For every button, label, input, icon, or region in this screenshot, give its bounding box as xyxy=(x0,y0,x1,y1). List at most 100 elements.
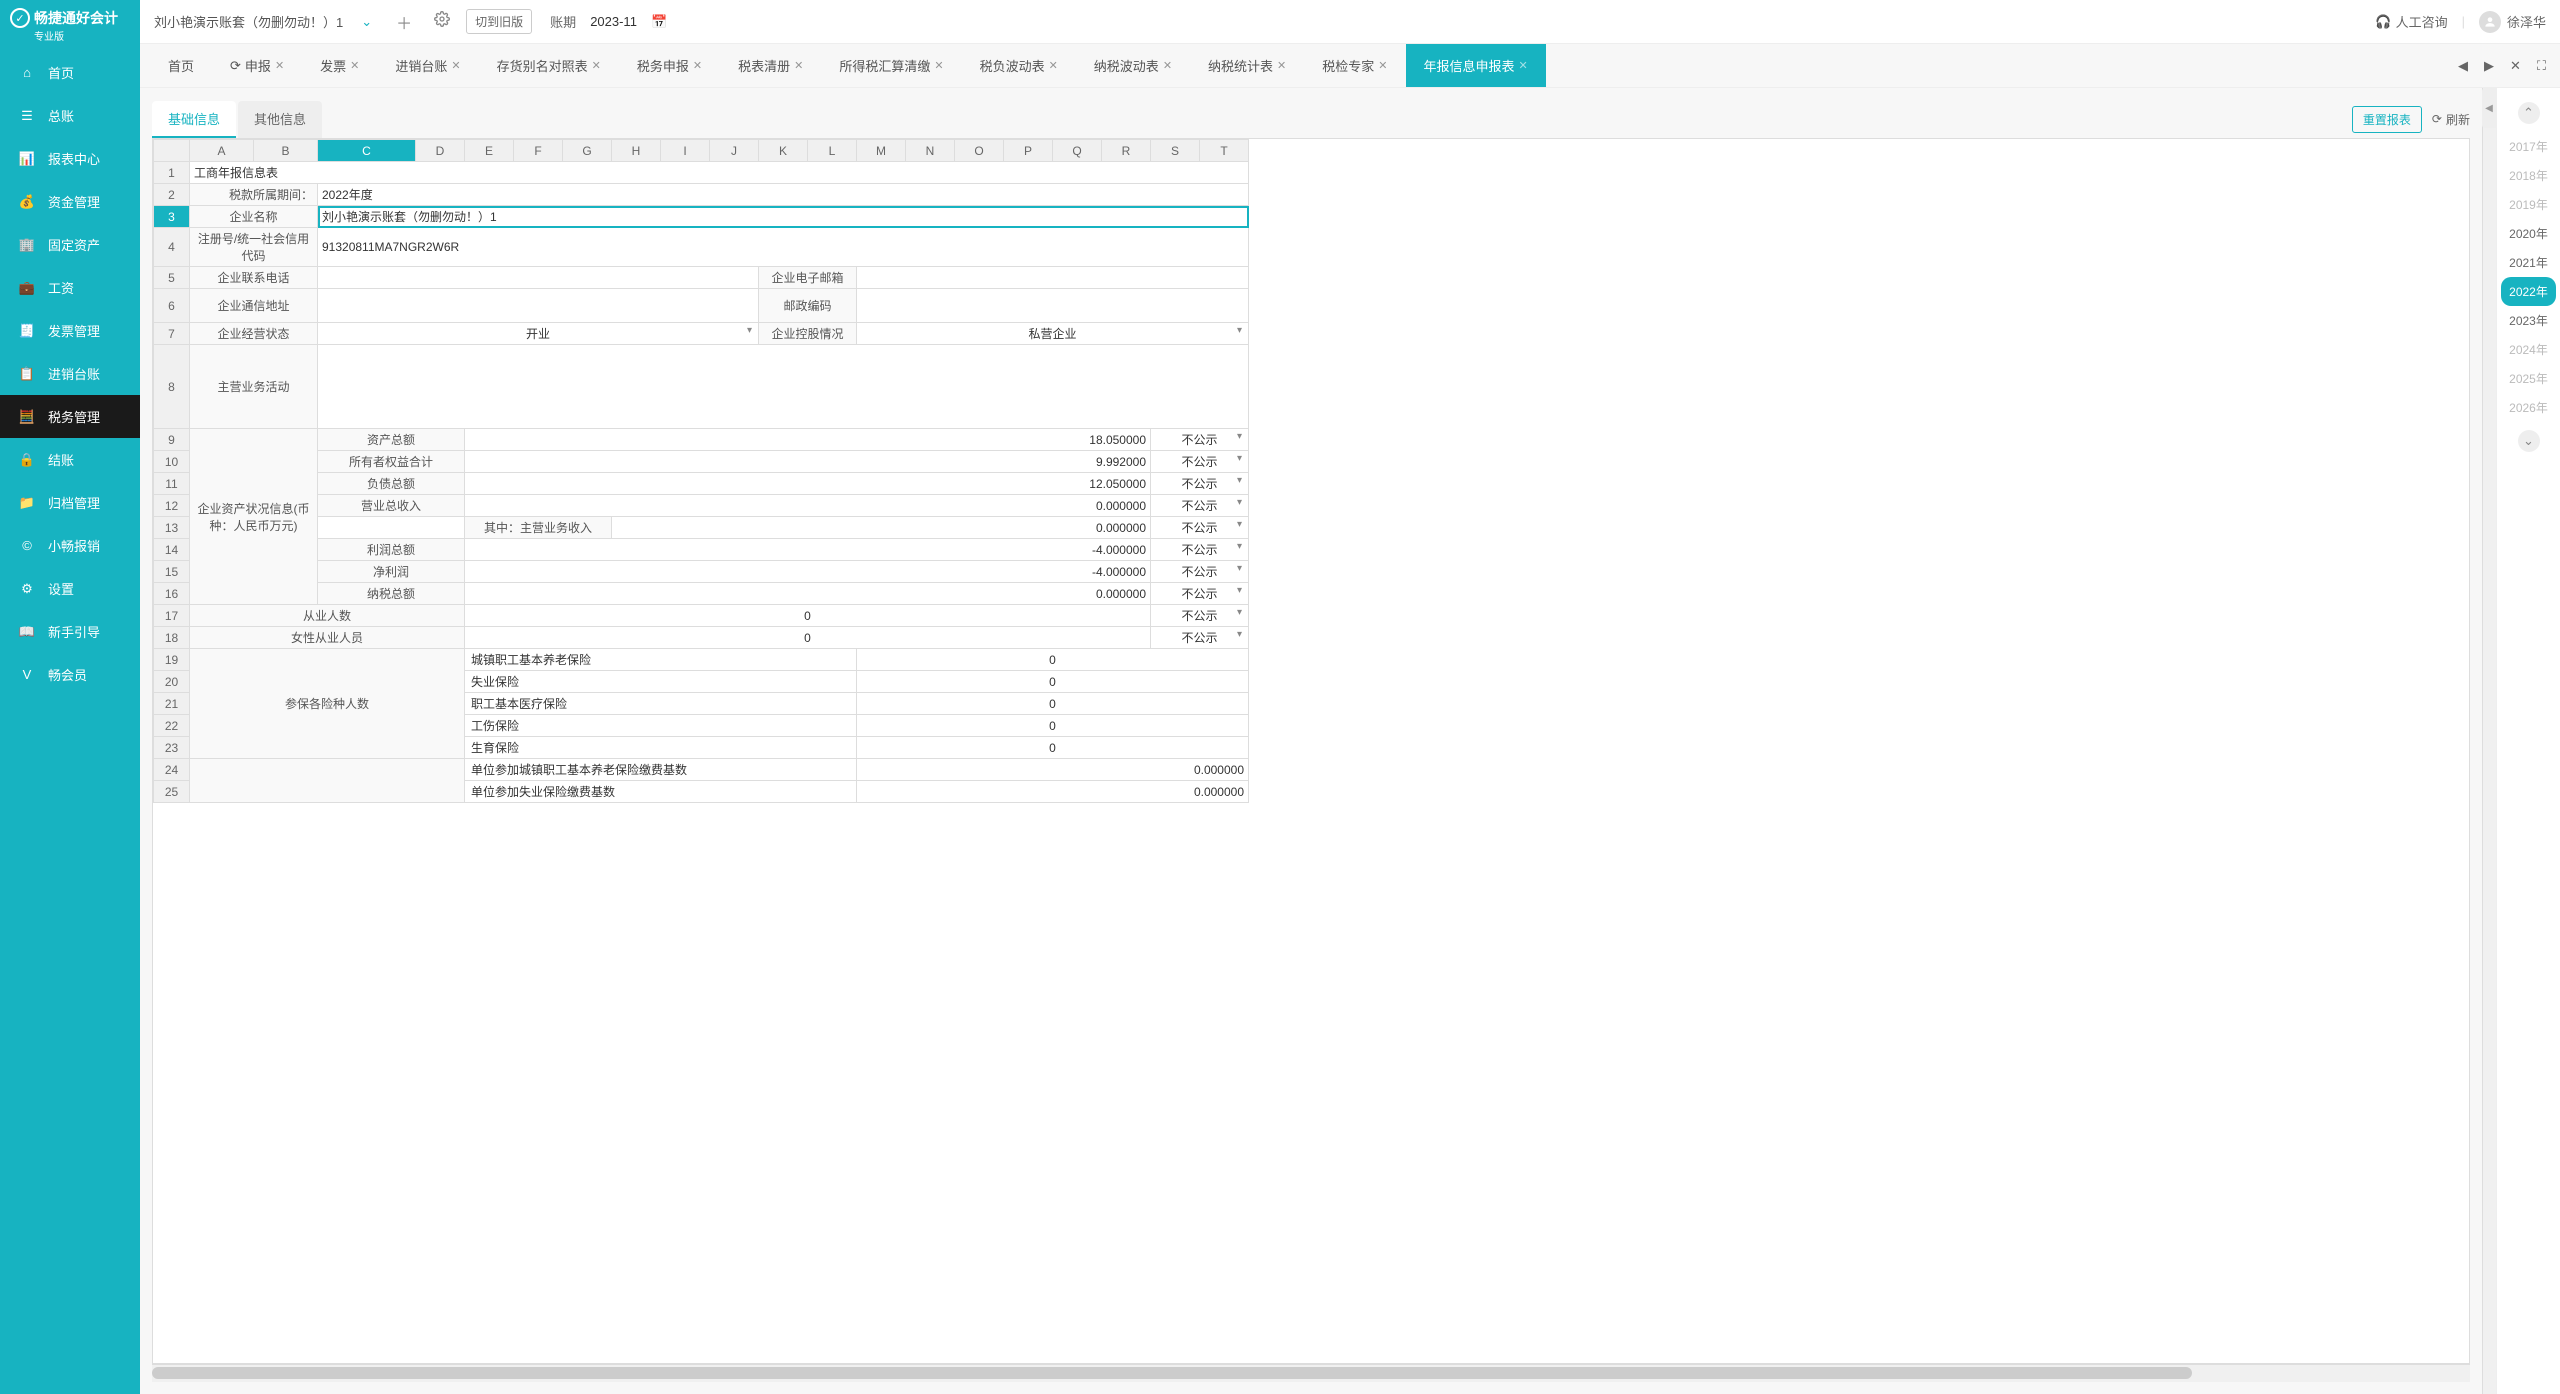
dropdown-cell[interactable]: 不公示 xyxy=(1151,495,1249,517)
year-item[interactable]: 2022年 xyxy=(2501,277,2556,306)
year-item[interactable]: 2025年 xyxy=(2501,364,2556,393)
row-header[interactable]: 14 xyxy=(154,539,190,561)
year-item[interactable]: 2023年 xyxy=(2501,306,2556,335)
vertical-scrollbar[interactable] xyxy=(2482,88,2496,1394)
cell[interactable]: 0 xyxy=(857,693,1249,715)
cell[interactable]: 2022年度 xyxy=(318,184,1249,206)
close-icon[interactable]: ✕ xyxy=(451,59,460,72)
close-icon[interactable]: ✕ xyxy=(934,59,943,72)
cell[interactable]: 12.050000 xyxy=(465,473,1151,495)
row-header[interactable]: 18 xyxy=(154,627,190,649)
row-header[interactable]: 20 xyxy=(154,671,190,693)
sidebar-item-4[interactable]: 🏢固定资产 xyxy=(0,223,140,266)
horizontal-scrollbar[interactable] xyxy=(152,1364,2470,1382)
cell[interactable]: 0.000000 xyxy=(465,495,1151,517)
cell[interactable]: -4.000000 xyxy=(465,561,1151,583)
cell[interactable]: 91320811MA7NGR2W6R xyxy=(318,228,1249,267)
dropdown-cell[interactable]: 不公示 xyxy=(1151,473,1249,495)
cell[interactable]: 0 xyxy=(857,715,1249,737)
cell-selected[interactable]: 刘小艳演示账套（勿删勿动！）1 xyxy=(318,206,1249,228)
dropdown-cell[interactable]: 不公示 xyxy=(1151,627,1249,649)
row-header[interactable]: 21 xyxy=(154,693,190,715)
close-icon[interactable]: ✕ xyxy=(1277,59,1286,72)
sheet-tab-1[interactable]: 其他信息 xyxy=(238,101,322,138)
row-header[interactable]: 10 xyxy=(154,451,190,473)
tabs-close-icon[interactable]: ✕ xyxy=(2506,54,2525,78)
sidebar-item-0[interactable]: ⌂首页 xyxy=(0,51,140,94)
dropdown-cell[interactable]: 不公示 xyxy=(1151,429,1249,451)
sidebar-item-5[interactable]: 💼工资 xyxy=(0,266,140,309)
cell[interactable]: 0.000000 xyxy=(465,583,1151,605)
row-header[interactable]: 1 xyxy=(154,162,190,184)
cell[interactable]: 18.050000 xyxy=(465,429,1151,451)
cell[interactable]: 0 xyxy=(857,737,1249,759)
year-up-icon[interactable]: ⌃ xyxy=(2518,102,2540,124)
cell[interactable]: 0 xyxy=(857,649,1249,671)
sidebar-item-7[interactable]: 📋进销台账 xyxy=(0,352,140,395)
sidebar-item-8[interactable]: 🧮税务管理 xyxy=(0,395,140,438)
close-icon[interactable]: ✕ xyxy=(350,59,359,72)
row-header[interactable]: 12 xyxy=(154,495,190,517)
col-header[interactable]: F xyxy=(514,140,563,162)
close-icon[interactable]: ✕ xyxy=(592,59,601,72)
cell[interactable]: 0 xyxy=(465,605,1151,627)
year-item[interactable]: 2021年 xyxy=(2501,248,2556,277)
col-header[interactable]: I xyxy=(661,140,710,162)
col-header[interactable]: T xyxy=(1200,140,1249,162)
row-header[interactable]: 13 xyxy=(154,517,190,539)
sidebar-item-9[interactable]: 🔒结账 xyxy=(0,438,140,481)
col-header[interactable]: C xyxy=(318,140,416,162)
row-header[interactable]: 3 xyxy=(154,206,190,228)
row-header[interactable]: 19 xyxy=(154,649,190,671)
calendar-icon[interactable]: 📅 xyxy=(651,14,667,30)
sidebar-item-11[interactable]: ©小畅报销 xyxy=(0,524,140,567)
row-header[interactable]: 22 xyxy=(154,715,190,737)
row-header[interactable]: 23 xyxy=(154,737,190,759)
cell[interactable] xyxy=(857,267,1249,289)
tab-2[interactable]: 发票✕ xyxy=(302,44,377,88)
cell[interactable] xyxy=(318,345,1249,429)
cell[interactable] xyxy=(318,267,759,289)
row-header[interactable]: 6 xyxy=(154,289,190,323)
tab-6[interactable]: 税表清册✕ xyxy=(720,44,821,88)
cell[interactable]: 0.000000 xyxy=(857,759,1249,781)
cell[interactable] xyxy=(318,289,759,323)
year-item[interactable]: 2018年 xyxy=(2501,161,2556,190)
dropdown-cell[interactable]: 私营企业 xyxy=(857,323,1249,345)
row-header[interactable]: 5 xyxy=(154,267,190,289)
col-header[interactable]: E xyxy=(465,140,514,162)
dropdown-cell[interactable]: 不公示 xyxy=(1151,539,1249,561)
row-header[interactable]: 9 xyxy=(154,429,190,451)
cell[interactable]: 0 xyxy=(465,627,1151,649)
sheet-tab-0[interactable]: 基础信息 xyxy=(152,101,236,138)
settings-icon[interactable] xyxy=(428,11,456,32)
col-header[interactable]: H xyxy=(612,140,661,162)
cell[interactable]: 0.000000 xyxy=(857,781,1249,803)
sidebar-item-1[interactable]: ☰总账 xyxy=(0,94,140,137)
row-header[interactable]: 17 xyxy=(154,605,190,627)
year-item[interactable]: 2024年 xyxy=(2501,335,2556,364)
col-header[interactable]: P xyxy=(1004,140,1053,162)
sidebar-item-14[interactable]: V畅会员 xyxy=(0,653,140,696)
tab-11[interactable]: 税检专家✕ xyxy=(1304,44,1405,88)
year-panel-collapse-icon[interactable]: ◀ xyxy=(2482,88,2496,128)
sidebar-item-6[interactable]: 🧾发票管理 xyxy=(0,309,140,352)
cell[interactable]: -4.000000 xyxy=(465,539,1151,561)
year-item[interactable]: 2019年 xyxy=(2501,190,2556,219)
col-header[interactable]: L xyxy=(808,140,857,162)
cell[interactable]: 9.992000 xyxy=(465,451,1151,473)
row-header[interactable]: 8 xyxy=(154,345,190,429)
col-header[interactable]: G xyxy=(563,140,612,162)
sidebar-item-12[interactable]: ⚙设置 xyxy=(0,567,140,610)
add-account-button[interactable]: ＋ xyxy=(390,10,418,34)
tabs-fullscreen-icon[interactable]: ⛶ xyxy=(2533,54,2550,78)
col-header[interactable] xyxy=(154,140,190,162)
tab-0[interactable]: 首页 xyxy=(150,44,212,88)
tab-9[interactable]: 纳税波动表✕ xyxy=(1076,44,1190,88)
sidebar-item-3[interactable]: 💰资金管理 xyxy=(0,180,140,223)
close-icon[interactable]: ✕ xyxy=(794,59,803,72)
year-item[interactable]: 2020年 xyxy=(2501,219,2556,248)
row-header[interactable]: 16 xyxy=(154,583,190,605)
account-dropdown-icon[interactable]: ⌄ xyxy=(353,14,380,30)
dropdown-cell[interactable]: 不公示 xyxy=(1151,605,1249,627)
